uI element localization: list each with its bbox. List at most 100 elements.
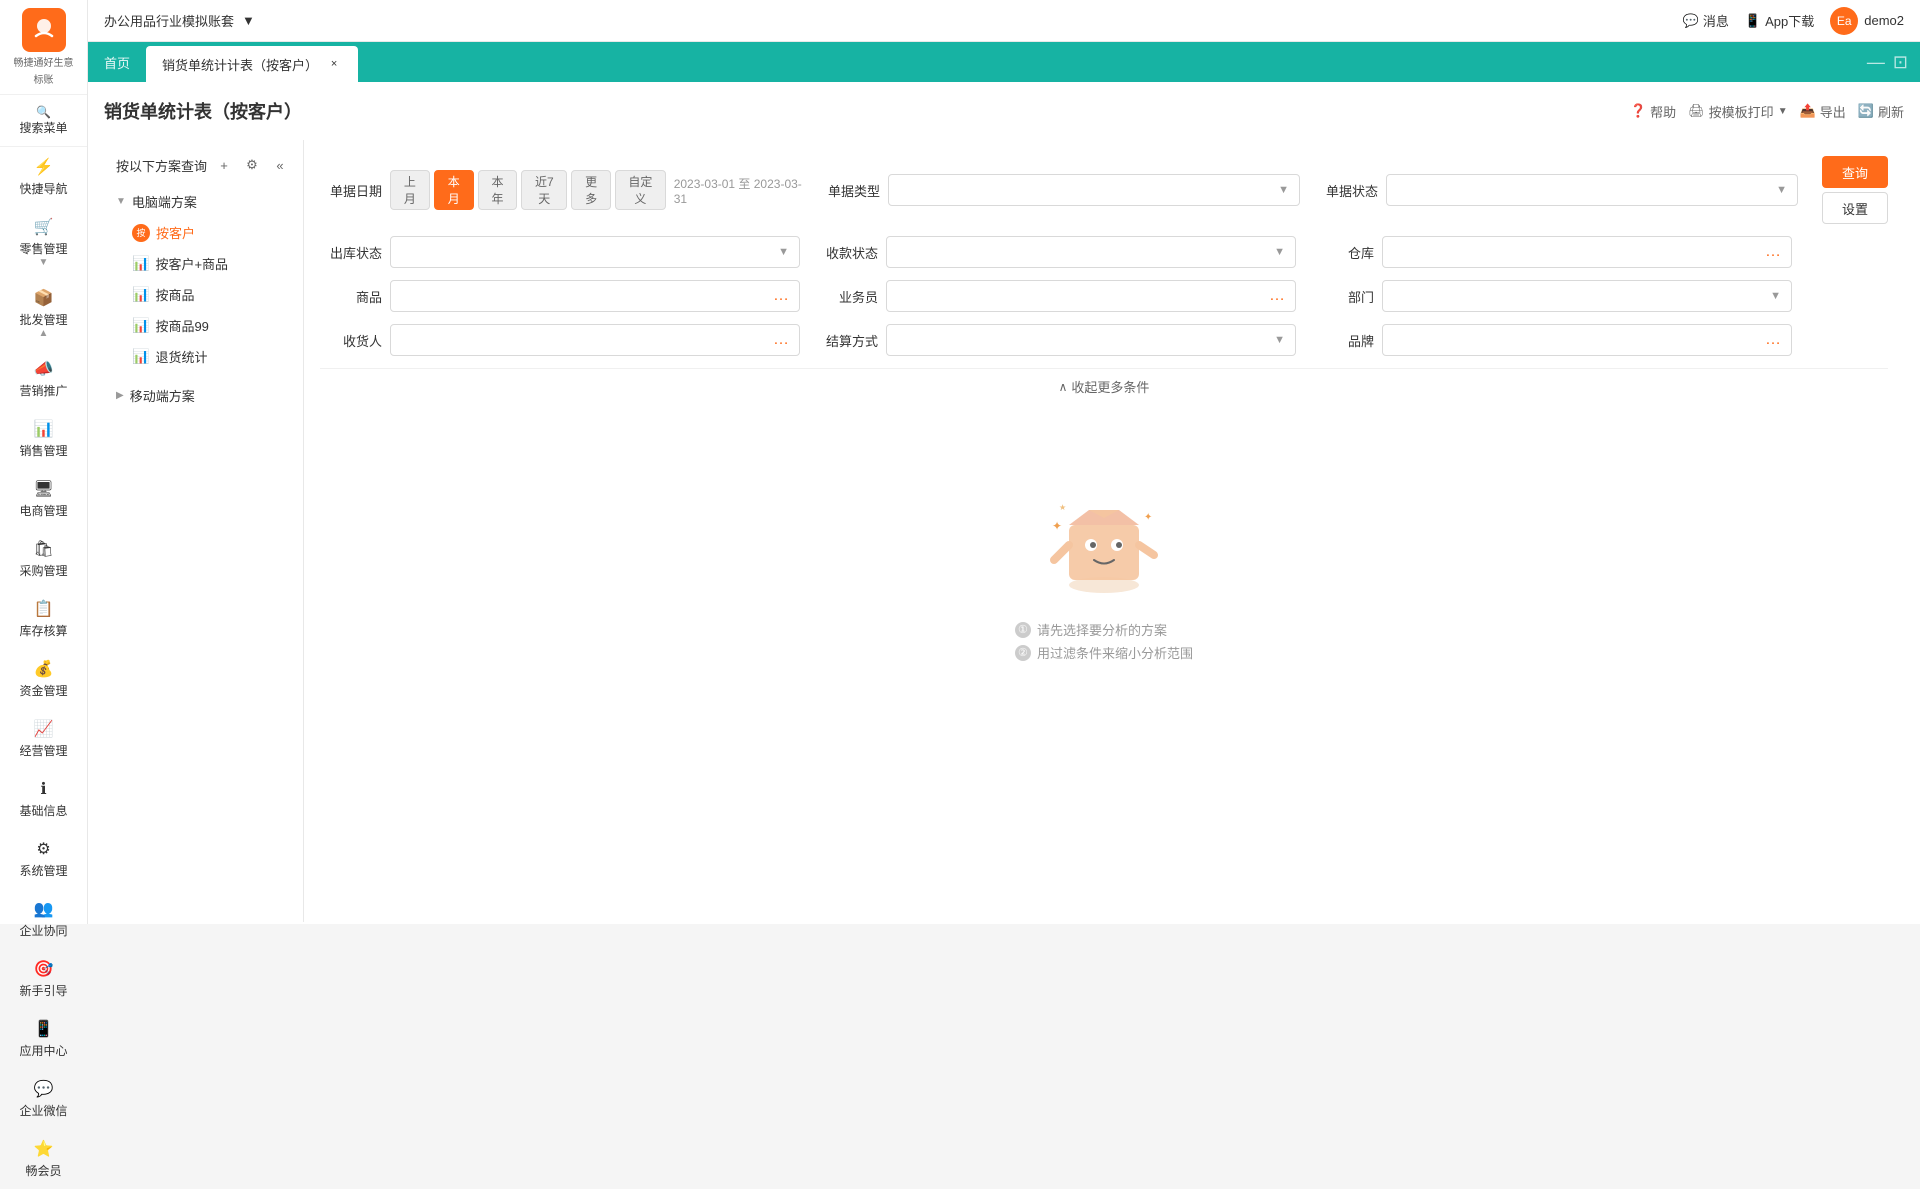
wechat-icon: 💬 <box>34 1079 54 1099</box>
print-icon: 🖨 <box>1688 103 1705 119</box>
system-icon: ⚙ <box>36 839 50 859</box>
query-button[interactable]: 查询 <box>1822 156 1888 188</box>
retail-icon: 🛒 <box>34 217 54 237</box>
print-button[interactable]: 🖨 按模板打印 ▼ <box>1688 102 1787 121</box>
export-label: 导出 <box>1820 102 1846 121</box>
wholesale-icon: 📦 <box>34 288 54 308</box>
sidebar-item-finance[interactable]: 💰 资金管理 <box>0 649 87 709</box>
brand-input[interactable]: … <box>1382 324 1792 356</box>
sidebar-item-search[interactable]: 🔍 搜索菜单 <box>0 95 87 147</box>
tip-num-1: ① <box>1015 622 1031 638</box>
user-menu-button[interactable]: Ea demo2 <box>1830 7 1904 35</box>
breadcrumb-text: 办公用品行业模拟账套 <box>104 11 234 30</box>
plan-by-customer-product-label: 按客户+商品 <box>155 254 228 273</box>
sidebar-item-system[interactable]: ⚙ 系统管理 <box>0 829 87 889</box>
message-icon: 💬 <box>1683 13 1699 29</box>
plan-by-customer-product[interactable]: 📊 按客户+商品 <box>104 248 303 279</box>
warehouse-filter: 仓库 … <box>1312 236 1792 268</box>
plan-by-product-99[interactable]: 📊 按商品99 <box>104 310 303 341</box>
sidebar-item-wholesale[interactable]: 📦 批发管理 ▲ <box>0 278 87 349</box>
desktop-plans-section: ▼ 电脑端方案 按 按客户 📊 按客户+商品 <box>104 182 303 376</box>
sales-icon: 📊 <box>34 419 54 439</box>
sidebar-item-inventory[interactable]: 📋 库存核算 <box>0 589 87 649</box>
help-button[interactable]: ❓ 帮助 <box>1630 102 1676 121</box>
receiver-input[interactable]: … <box>390 324 800 356</box>
sidebar-item-purchase[interactable]: 🛍 采购管理 <box>0 529 87 589</box>
sidebar-item-basic[interactable]: ℹ 基础信息 <box>0 769 87 829</box>
plan-settings-button[interactable]: ⚙ <box>241 154 263 176</box>
collapse-button[interactable]: ∧ 收起更多条件 <box>320 368 1888 404</box>
department-label: 部门 <box>1312 287 1382 306</box>
sidebar-item-shortcut[interactable]: ⚡ 快捷导航 <box>0 147 87 207</box>
warehouse-input[interactable]: … <box>1382 236 1792 268</box>
finance-icon: 💰 <box>34 659 54 679</box>
collect-status-label: 收款状态 <box>816 243 886 262</box>
right-panel: 单据日期 上月 本月 本年 近7天 更多 自定义 2023-03-01 至 20… <box>304 140 1904 922</box>
tab-close-button[interactable]: × <box>326 56 342 72</box>
message-label: 消息 <box>1703 11 1729 30</box>
shortcut-label: 快捷导航 <box>19 180 67 197</box>
sidebar-item-retail[interactable]: 🛒 零售管理 ▼ <box>0 207 87 278</box>
sidebar-item-newbie[interactable]: 🎯 新手引导 <box>0 949 87 1009</box>
settings-button[interactable]: 设置 <box>1822 192 1888 224</box>
collect-status-select[interactable]: ▼ <box>886 236 1296 268</box>
sidebar-item-operation[interactable]: 📈 经营管理 <box>0 709 87 769</box>
plan-by-product-99-icon: 📊 <box>132 317 149 334</box>
sidebar-item-ecommerce[interactable]: 🖥 电商管理 <box>0 469 87 529</box>
header-actions: 💬 消息 📱 App下载 Ea demo2 <box>1683 7 1904 35</box>
plan-by-customer[interactable]: 按 按客户 <box>104 217 303 248</box>
collapse-panel-button[interactable]: « <box>269 154 291 176</box>
search-label: 搜索菜单 <box>19 119 67 136</box>
tab-sales-stats[interactable]: 销货单统计计表（按客户） × <box>146 46 358 82</box>
settlement-select[interactable]: ▼ <box>886 324 1296 356</box>
tab-home[interactable]: 首页 <box>88 42 146 82</box>
retail-arrow: ▼ <box>39 257 49 268</box>
plan-by-product[interactable]: 📊 按商品 <box>104 279 303 310</box>
doc-status-select[interactable]: ▼ <box>1386 174 1798 206</box>
apps-icon: 📱 <box>34 1019 54 1039</box>
department-select[interactable]: ▼ <box>1382 280 1792 312</box>
product-filter: 商品 … <box>320 280 800 312</box>
refresh-button[interactable]: 🔄 刷新 <box>1858 102 1904 121</box>
settlement-label: 结算方式 <box>816 331 886 350</box>
wholesale-arrow: ▲ <box>39 328 49 339</box>
tab-bar-right: — ⊡ <box>1867 52 1920 73</box>
doc-type-select[interactable]: ▼ <box>888 174 1300 206</box>
sidebar-item-apps[interactable]: 📱 应用中心 <box>0 1009 87 1069</box>
brand-label: 品牌 <box>1312 331 1382 350</box>
sidebar-item-sales[interactable]: 📊 销售管理 <box>0 409 87 469</box>
salesperson-input[interactable]: … <box>886 280 1296 312</box>
tip-text-1: 请先选择要分析的方案 <box>1037 620 1167 639</box>
plan-return-stats[interactable]: 📊 退货统计 <box>104 341 303 372</box>
desktop-plans-parent[interactable]: ▼ 电脑端方案 <box>104 186 303 217</box>
sidebar-item-enterprise[interactable]: 👥 企业协同 <box>0 889 87 949</box>
sidebar-item-marketing[interactable]: 📣 营销推广 <box>0 349 87 409</box>
collect-status-chevron: ▼ <box>1274 246 1285 258</box>
tab-minimize-button[interactable]: — <box>1867 52 1885 73</box>
date-btn-more[interactable]: 更多 <box>571 170 611 210</box>
out-status-select[interactable]: ▼ <box>390 236 800 268</box>
date-btn-this-year[interactable]: 本年 <box>478 170 518 210</box>
svg-text:★: ★ <box>1059 503 1066 512</box>
tip-num-2: ② <box>1015 645 1031 661</box>
logo-subtitle: 标账 <box>34 71 54 86</box>
tip-text-2: 用过滤条件来缩小分析范围 <box>1037 643 1193 662</box>
sidebar-item-wechat[interactable]: 💬 企业微信 <box>0 1069 87 1129</box>
message-button[interactable]: 💬 消息 <box>1683 11 1729 30</box>
sidebar-item-vip[interactable]: ⭐ 畅会员 <box>0 1129 87 1189</box>
doc-type-filter: 单据类型 ▼ <box>818 174 1300 206</box>
tab-maximize-button[interactable]: ⊡ <box>1893 52 1908 73</box>
date-btn-custom[interactable]: 自定义 <box>615 170 666 210</box>
export-button[interactable]: 📤 导出 <box>1800 102 1846 121</box>
product-input[interactable]: … <box>390 280 800 312</box>
add-plan-button[interactable]: + <box>213 154 235 176</box>
date-btn-last-7-days[interactable]: 近7天 <box>521 170 567 210</box>
app-logo: 畅捷通好生意 标账 <box>0 0 87 95</box>
date-btn-this-month[interactable]: 本月 <box>434 170 474 210</box>
date-btn-last-month[interactable]: 上月 <box>390 170 430 210</box>
settlement-filter: 结算方式 ▼ <box>816 324 1296 356</box>
doc-status-filter: 单据状态 ▼ <box>1316 174 1798 206</box>
app-download-button[interactable]: 📱 App下载 <box>1745 11 1814 30</box>
mobile-plans-parent[interactable]: ▶ 移动端方案 <box>104 380 303 411</box>
enterprise-label: 企业协同 <box>19 922 67 939</box>
